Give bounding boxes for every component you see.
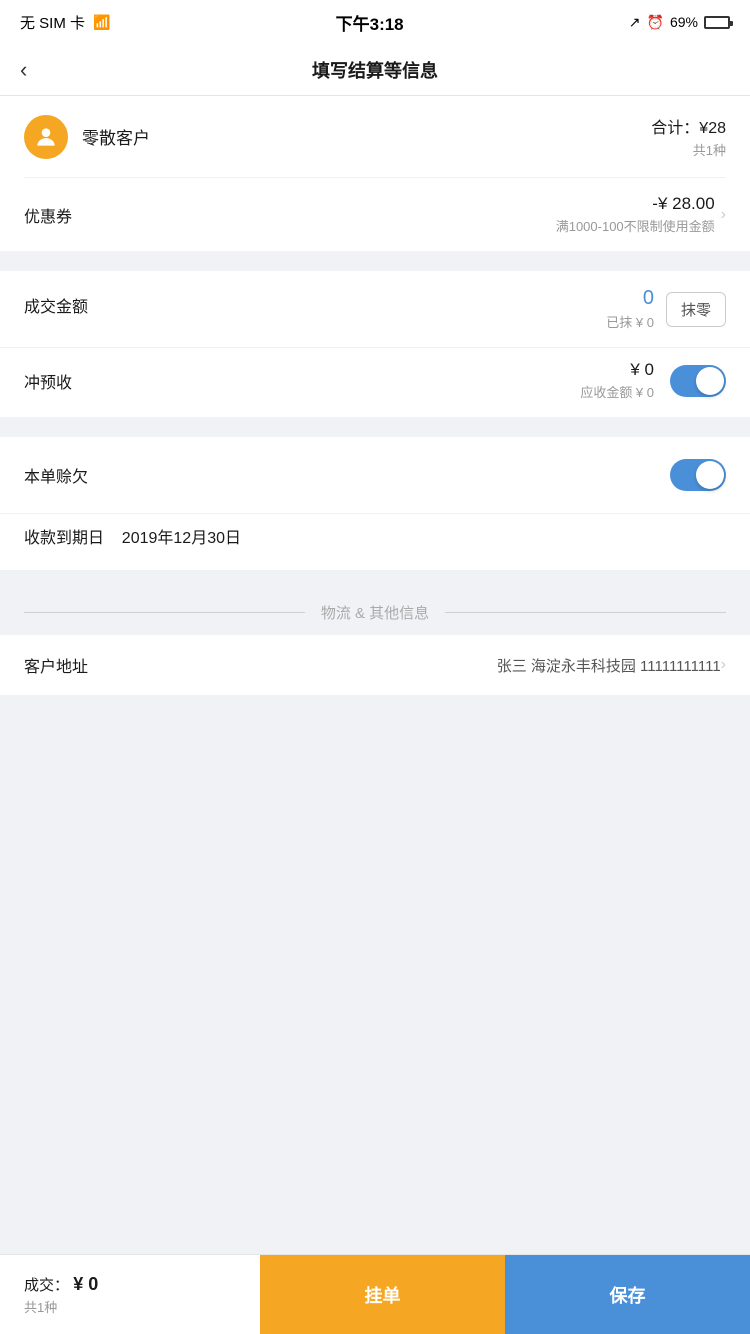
amount-sub: 已抹 ¥ 0 — [606, 312, 654, 331]
prepay-value: ¥ 0 — [580, 360, 654, 380]
section-separator-1 — [0, 261, 750, 271]
avatar — [24, 115, 68, 159]
amount-right: 0 已抹 ¥ 0 抹零 — [606, 287, 726, 331]
chevron-right-icon: › — [721, 206, 726, 224]
toggle-knob — [696, 367, 724, 395]
coupon-discount: -¥ 28.00 — [556, 194, 715, 214]
prepay-right: ¥ 0 应收金额 ¥ 0 — [580, 360, 726, 401]
status-time: 下午3:18 — [336, 10, 404, 35]
transaction-amount-row: 成交金额 0 已抹 ¥ 0 抹零 — [0, 271, 750, 347]
battery-percent: 69% — [670, 14, 698, 30]
credit-label: 本单赊欠 — [24, 463, 88, 487]
prepay-label: 冲预收 — [24, 369, 72, 393]
nav-bar: ‹ 填写结算等信息 — [0, 44, 750, 96]
logistics-header: 物流 & 其他信息 — [0, 590, 750, 635]
bottom-deal-line: 成交： ¥ 0 — [24, 1274, 236, 1295]
location-icon: ↗ — [629, 14, 641, 31]
customer-totals: 合计：¥28 共1种 — [651, 114, 726, 159]
prepay-amounts: ¥ 0 应收金额 ¥ 0 — [580, 360, 654, 401]
credit-toggle-knob — [696, 461, 724, 489]
back-button[interactable]: ‹ — [20, 57, 27, 83]
prepay-sub: 应收金额 ¥ 0 — [580, 382, 654, 401]
amount-section: 成交金额 0 已抹 ¥ 0 抹零 冲预收 ¥ 0 应收金额 ¥ 0 — [0, 271, 750, 417]
coupon-label: 优惠券 — [24, 203, 72, 227]
bottom-bar: 成交： ¥ 0 共1种 挂单 保存 — [0, 1254, 750, 1334]
due-label-text: 收款到期日 — [24, 530, 104, 547]
customer-left: 零散客户 — [24, 115, 150, 159]
amount-input-area: 0 已抹 ¥ 0 — [606, 287, 654, 331]
prepay-toggle[interactable] — [670, 365, 726, 397]
main-content: 零散客户 合计：¥28 共1种 优惠券 -¥ 28.00 满1000-100不限… — [0, 96, 750, 985]
carrier-text: 无 SIM 卡 — [20, 12, 85, 33]
deal-amount: ¥ 0 — [73, 1274, 98, 1294]
credit-card: 本单赊欠 收款到期日 2019年12月30日 — [0, 437, 750, 570]
wifi-icon: 📶 — [93, 14, 110, 31]
address-value: 张三 海淀永丰科技园 11111111111 — [108, 655, 721, 676]
customer-row: 零散客户 合计：¥28 共1种 — [0, 96, 750, 177]
amount-value[interactable]: 0 — [606, 287, 654, 310]
address-label: 客户地址 — [24, 653, 88, 677]
round-button[interactable]: 抹零 — [666, 292, 726, 327]
status-left: 无 SIM 卡 📶 — [20, 12, 110, 33]
address-chevron-icon: › — [721, 656, 726, 674]
total-count: 共1种 — [651, 140, 726, 159]
logistics-title: 物流 & 其他信息 — [305, 602, 445, 623]
address-row[interactable]: 客户地址 张三 海淀永丰科技园 11111111111 › — [0, 635, 750, 695]
credit-toggle[interactable] — [670, 459, 726, 491]
save-button[interactable]: 保存 — [505, 1255, 750, 1334]
amount-label: 成交金额 — [24, 287, 88, 317]
coupon-info: -¥ 28.00 满1000-100不限制使用金额 — [556, 194, 715, 235]
coupon-description: 满1000-100不限制使用金额 — [556, 216, 715, 235]
coupon-right: -¥ 28.00 满1000-100不限制使用金额 › — [556, 194, 726, 235]
prepay-row: 冲预收 ¥ 0 应收金额 ¥ 0 — [0, 347, 750, 417]
deal-label: 成交： — [24, 1277, 69, 1294]
total-amount: 合计：¥28 — [651, 114, 726, 138]
status-bar: 无 SIM 卡 📶 下午3:18 ↗ ⏰ 69% — [0, 0, 750, 44]
empty-space — [0, 695, 750, 895]
user-icon — [33, 124, 59, 150]
due-date-label: 收款到期日 2019年12月30日 — [24, 530, 241, 547]
customer-name: 零散客户 — [82, 124, 150, 149]
coupon-row[interactable]: 优惠券 -¥ 28.00 满1000-100不限制使用金额 › — [0, 178, 750, 251]
page-title: 填写结算等信息 — [312, 57, 438, 83]
customer-card: 零散客户 合计：¥28 共1种 优惠券 -¥ 28.00 满1000-100不限… — [0, 96, 750, 251]
logistics-section: 物流 & 其他信息 客户地址 张三 海淀永丰科技园 11111111111 › — [0, 590, 750, 695]
section-separator-3 — [0, 580, 750, 590]
hold-button[interactable]: 挂单 — [260, 1255, 505, 1334]
due-date-value: 2019年12月30日 — [122, 530, 241, 547]
battery-icon — [704, 16, 730, 29]
line-left — [24, 612, 305, 613]
bottom-count: 共1种 — [24, 1297, 236, 1316]
section-separator-2 — [0, 427, 750, 437]
alarm-icon: ⏰ — [647, 14, 664, 31]
credit-row: 本单赊欠 — [0, 437, 750, 513]
bottom-summary: 成交： ¥ 0 共1种 — [0, 1274, 260, 1316]
due-date-row: 收款到期日 2019年12月30日 — [0, 513, 750, 570]
status-right: ↗ ⏰ 69% — [629, 14, 730, 31]
line-right — [445, 612, 726, 613]
